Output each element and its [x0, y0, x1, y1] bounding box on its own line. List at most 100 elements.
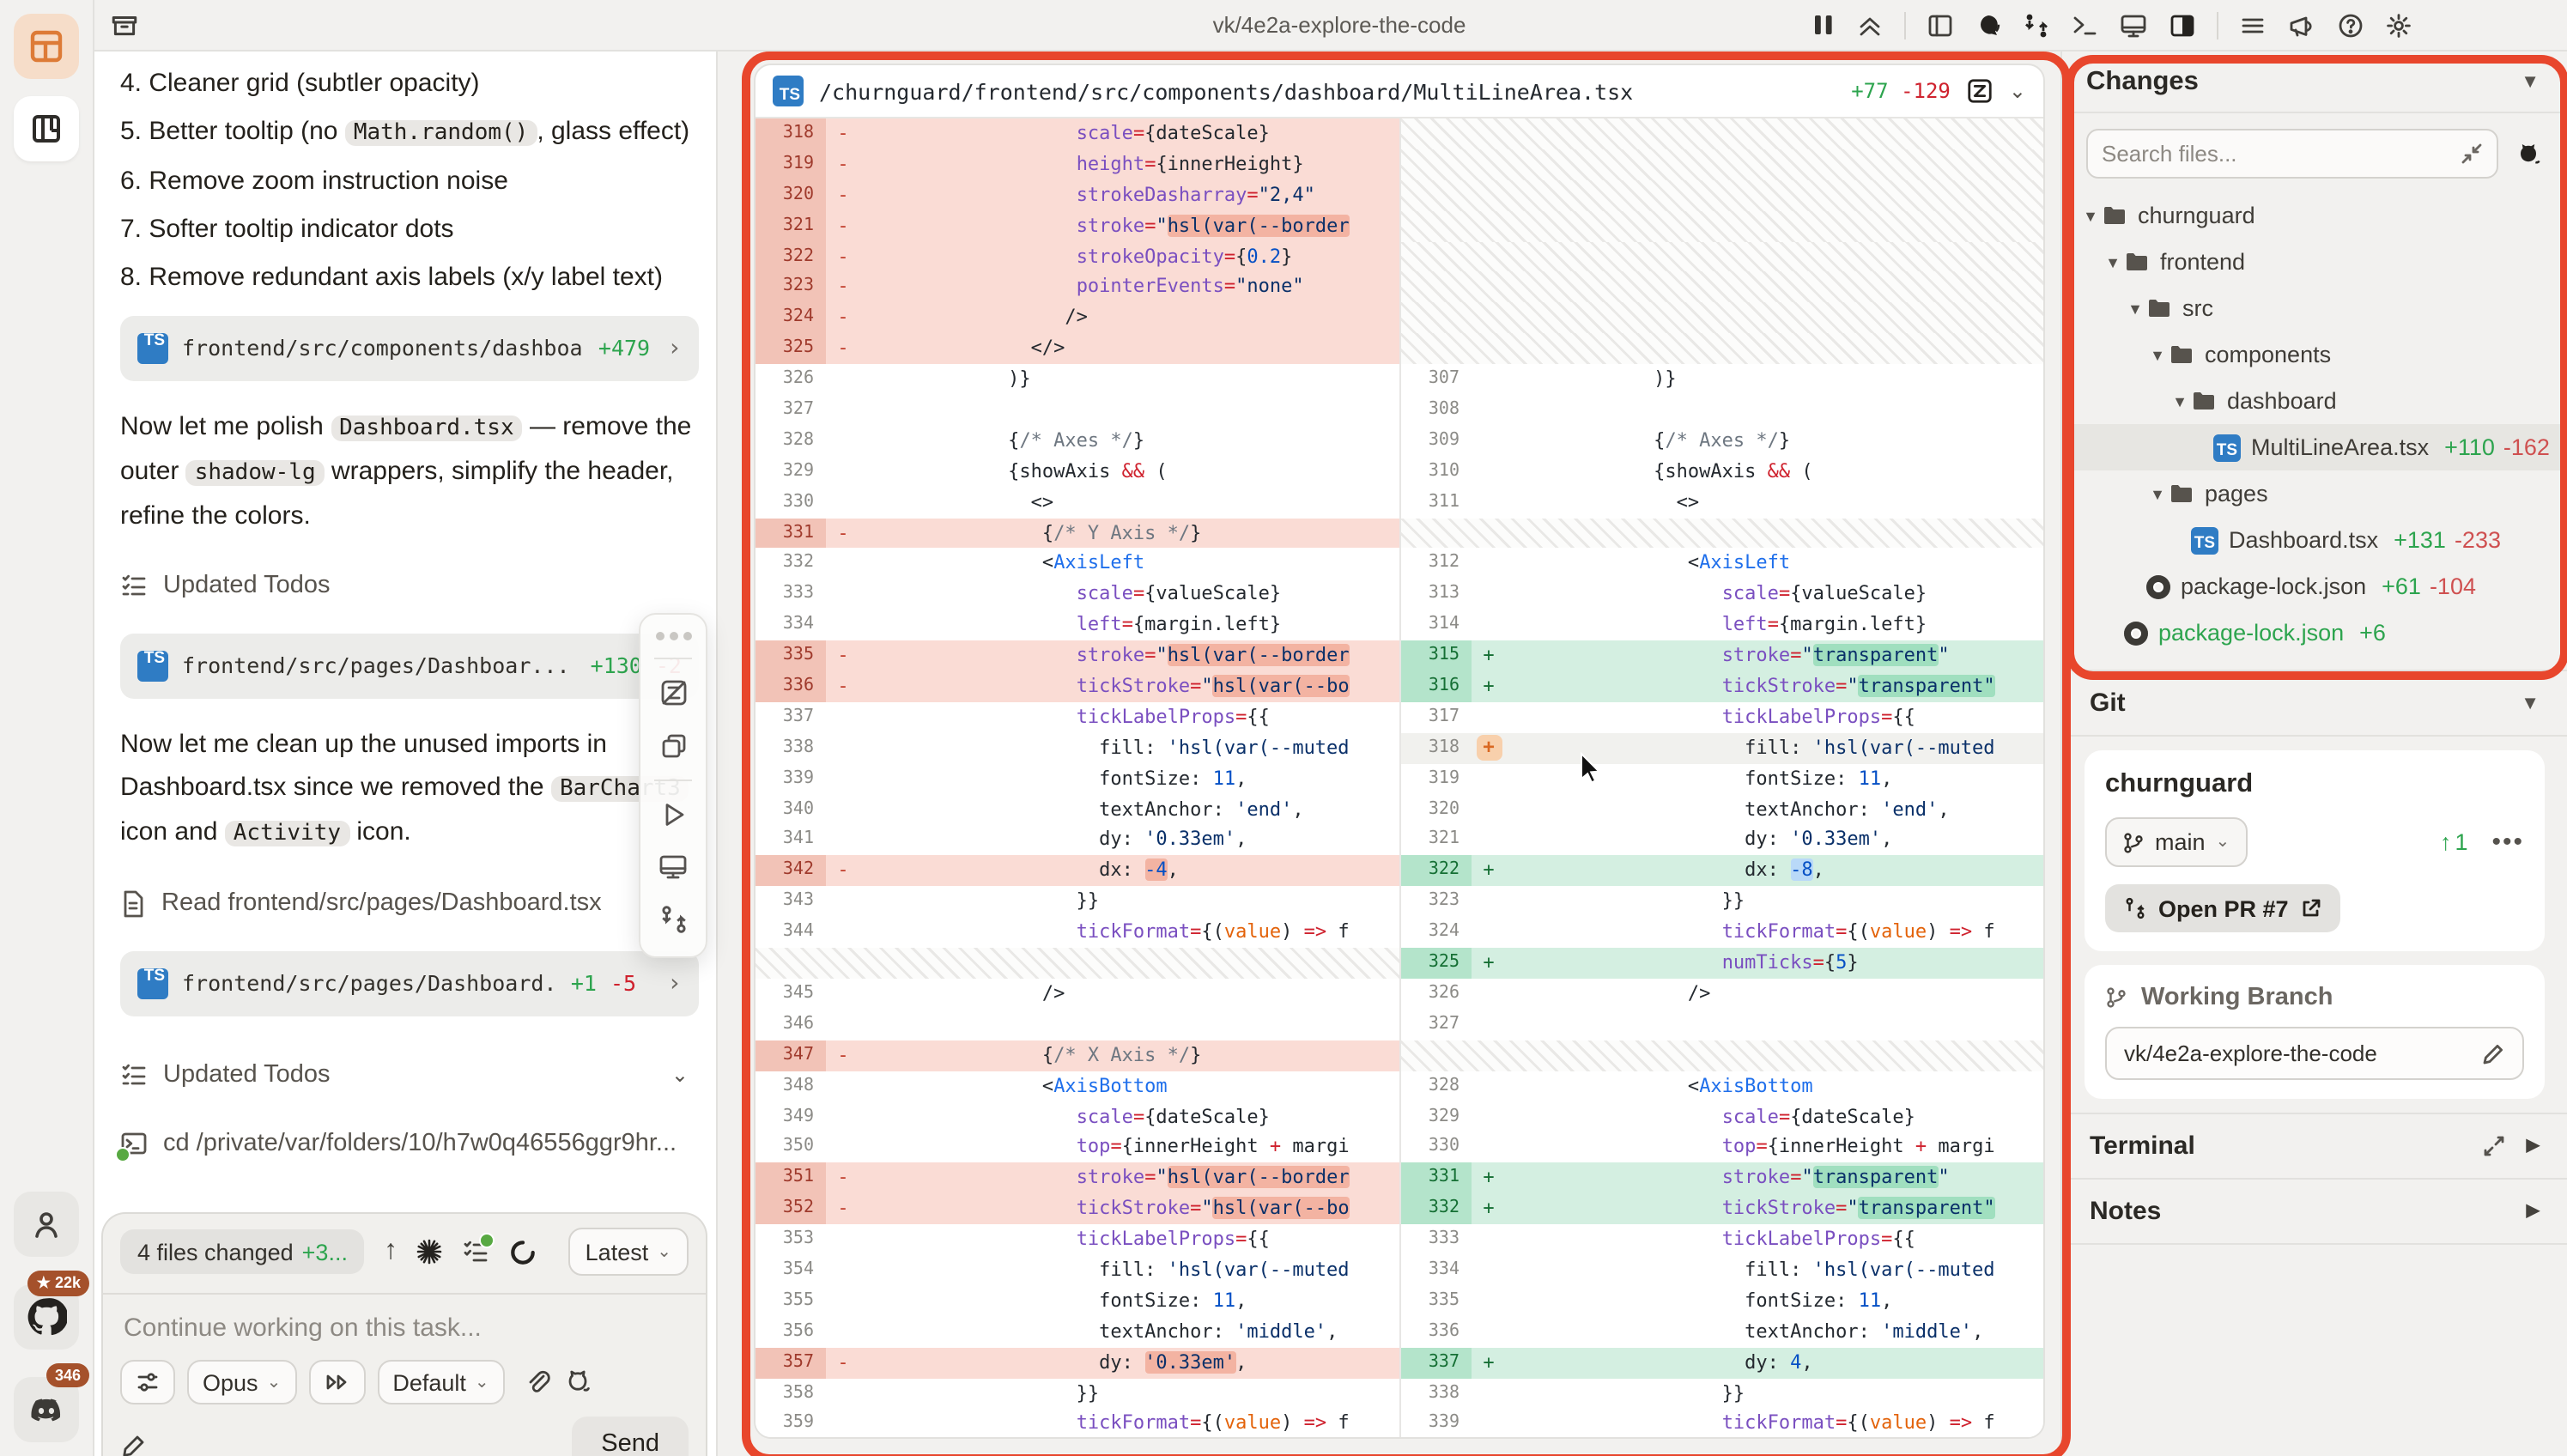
diff-line[interactable]: 309 {/* Axes */}: [1401, 426, 2045, 457]
diff-line[interactable]: 321- stroke="hsl(var(--border: [756, 210, 1401, 241]
monitor-icon[interactable]: [2119, 11, 2148, 39]
branch-dropdown[interactable]: main⌄: [2105, 817, 2247, 867]
diff-line[interactable]: [1401, 241, 2045, 272]
diff-line[interactable]: 355 fontSize: 11,: [756, 1286, 1401, 1317]
caret-down-icon[interactable]: ▼: [2146, 485, 2169, 502]
rail-item-board[interactable]: [14, 96, 79, 161]
diff-view-icon[interactable]: [658, 666, 688, 719]
diff-line[interactable]: 312 <AxisLeft: [1401, 549, 2045, 579]
diff-line[interactable]: 358 }}: [756, 1378, 1401, 1409]
diff-line[interactable]: 311 <>: [1401, 487, 2045, 518]
diff-line[interactable]: 318- scale={dateScale}: [756, 118, 1401, 149]
diff-line[interactable]: 339 fontSize: 11,: [756, 763, 1401, 794]
rail-item-profile[interactable]: [14, 1192, 79, 1257]
diff-line[interactable]: 353 tickLabelProps={{: [756, 1224, 1401, 1255]
caret-down-icon[interactable]: ▼: [2146, 346, 2169, 363]
collapse-icon[interactable]: [2461, 143, 2483, 165]
pause-icon[interactable]: [1811, 12, 1836, 38]
panel-right-dark-icon[interactable]: [2169, 11, 2196, 39]
diff-line[interactable]: 335- stroke="hsl(var(--border: [756, 640, 1401, 671]
diff-line[interactable]: 307 )}: [1401, 364, 2045, 395]
file-tree-item[interactable]: ▼dashboard: [2062, 378, 2567, 424]
diff-line[interactable]: 329 {showAxis && (: [756, 457, 1401, 488]
files-changed-chip[interactable]: 4 files changed +3...: [120, 1229, 365, 1274]
diff-line[interactable]: 326 />: [1401, 979, 2045, 1010]
megaphone-icon[interactable]: [2287, 11, 2316, 39]
file-tree-item[interactable]: package-lock.json+61-104: [2062, 563, 2567, 610]
copy-icon[interactable]: [658, 719, 688, 773]
diff-line[interactable]: 337+ dy: 4,: [1401, 1347, 2045, 1378]
diff-line[interactable]: 341 dy: '0.33em',: [756, 825, 1401, 856]
chevron-down-icon[interactable]: ⌄: [2009, 79, 2026, 103]
caret-down-icon[interactable]: ▼: [2079, 207, 2102, 224]
notes-section-header[interactable]: Notes ▶: [2062, 1178, 2567, 1243]
help-icon[interactable]: [2337, 11, 2364, 39]
diff-line[interactable]: 342- dx: -4,: [756, 856, 1401, 887]
search-files-input[interactable]: Search files...: [2086, 129, 2498, 179]
file-tree-item[interactable]: ▼frontend: [2062, 239, 2567, 285]
diff-line[interactable]: 343 }}: [756, 887, 1401, 918]
settings-sliders-button[interactable]: [120, 1360, 175, 1404]
terminal-section-header[interactable]: Terminal ▶: [2062, 1113, 2567, 1178]
diff-line[interactable]: [1401, 518, 2045, 549]
diff-line[interactable]: 324 tickFormat={(value) => f: [1401, 917, 2045, 948]
file-tree-item[interactable]: TSMultiLineArea.tsx+110-162: [2062, 424, 2567, 470]
diff-line[interactable]: 352- tickStroke="hsl(var(--bo: [756, 1193, 1401, 1224]
updated-todos-row[interactable]: Updated Todos ⌄: [120, 1054, 699, 1095]
diff-line[interactable]: 344 tickFormat={(value) => f: [756, 917, 1401, 948]
diff-line[interactable]: 359 tickFormat={(value) => f: [756, 1409, 1401, 1439]
caret-down-icon[interactable]: ▼: [2102, 253, 2124, 270]
diff-line[interactable]: 330 <>: [756, 487, 1401, 518]
diff-line[interactable]: 320- strokeDasharray="2,4": [756, 180, 1401, 211]
settings-gear-icon[interactable]: [2385, 11, 2412, 39]
github-cat-icon[interactable]: [563, 1368, 592, 1396]
upload-arrow-icon[interactable]: ↑: [384, 1236, 397, 1267]
diff-line[interactable]: 328 <AxisBottom: [1401, 1071, 2045, 1101]
diff-line[interactable]: [1401, 272, 2045, 303]
terminal-icon[interactable]: [2071, 11, 2098, 39]
diff-line[interactable]: 354 fill: 'hsl(var(--muted: [756, 1255, 1401, 1286]
diff-line[interactable]: 328 {/* Axes */}: [756, 426, 1401, 457]
diff-line[interactable]: 313 scale={valueScale}: [1401, 579, 2045, 610]
edit-pencil-icon[interactable]: [2481, 1041, 2505, 1065]
mode-dropdown[interactable]: Default⌄: [377, 1360, 504, 1404]
file-tree-item[interactable]: TSDashboard.tsx+131-233: [2062, 517, 2567, 563]
diff-line[interactable]: 319- height={innerHeight}: [756, 149, 1401, 180]
github-cat-icon[interactable]: [2514, 140, 2543, 167]
sparkle-icon[interactable]: [416, 1238, 444, 1265]
diff-line[interactable]: [1401, 1040, 2045, 1071]
diff-line[interactable]: 332 <AxisLeft: [756, 549, 1401, 579]
diff-line[interactable]: 336- tickStroke="hsl(var(--bo: [756, 671, 1401, 702]
menu-icon[interactable]: [2239, 11, 2267, 39]
play-icon[interactable]: [658, 788, 688, 841]
working-branch-input[interactable]: vk/4e2a-explore-the-code: [2105, 1027, 2524, 1080]
diff-line[interactable]: 350 top={innerHeight + margi: [756, 1132, 1401, 1163]
diff-line[interactable]: 338 fill: 'hsl(var(--muted: [756, 733, 1401, 764]
diff-line[interactable]: 329 scale={dateScale}: [1401, 1101, 2045, 1132]
diff-line[interactable]: 334 left={margin.left}: [756, 610, 1401, 641]
open-pr-button[interactable]: Open PR #7: [2105, 884, 2340, 932]
diff-line[interactable]: [1401, 118, 2045, 149]
diff-line[interactable]: 322- strokeOpacity={0.2}: [756, 241, 1401, 272]
fast-forward-button[interactable]: [308, 1360, 365, 1404]
diff-line[interactable]: [1401, 333, 2045, 364]
message-input[interactable]: Continue working on this task...: [103, 1295, 706, 1343]
diff-line[interactable]: 316+ tickStroke="transparent": [1401, 671, 2045, 702]
expand-icon[interactable]: [2484, 1135, 2506, 1157]
diff-line[interactable]: 351- stroke="hsl(var(--border: [756, 1163, 1401, 1194]
diff-line[interactable]: 322+ dx: -8,: [1401, 856, 2045, 887]
diff-line[interactable]: 337 tickLabelProps={{: [756, 702, 1401, 733]
diff-line[interactable]: 332+ tickStroke="transparent": [1401, 1193, 2045, 1224]
git-compare-icon[interactable]: [2023, 11, 2050, 39]
diff-line[interactable]: 323- pointerEvents="none": [756, 272, 1401, 303]
diff-line[interactable]: 349 scale={dateScale}: [756, 1101, 1401, 1132]
chat-blob-icon[interactable]: [1975, 11, 2002, 39]
more-menu-icon[interactable]: •••: [2491, 828, 2524, 857]
highlighter-pen-icon[interactable]: [117, 1432, 148, 1456]
version-dropdown[interactable]: Latest⌄: [568, 1228, 689, 1276]
diff-line[interactable]: 326 )}: [756, 364, 1401, 395]
diff-line[interactable]: 339 tickFormat={(value) => f: [1401, 1409, 2045, 1439]
file-tree-item[interactable]: ▼churnguard: [2062, 192, 2567, 239]
model-dropdown[interactable]: Opus⌄: [187, 1360, 296, 1404]
read-file-row[interactable]: Read frontend/src/pages/Dashboard.tsx: [120, 883, 699, 924]
